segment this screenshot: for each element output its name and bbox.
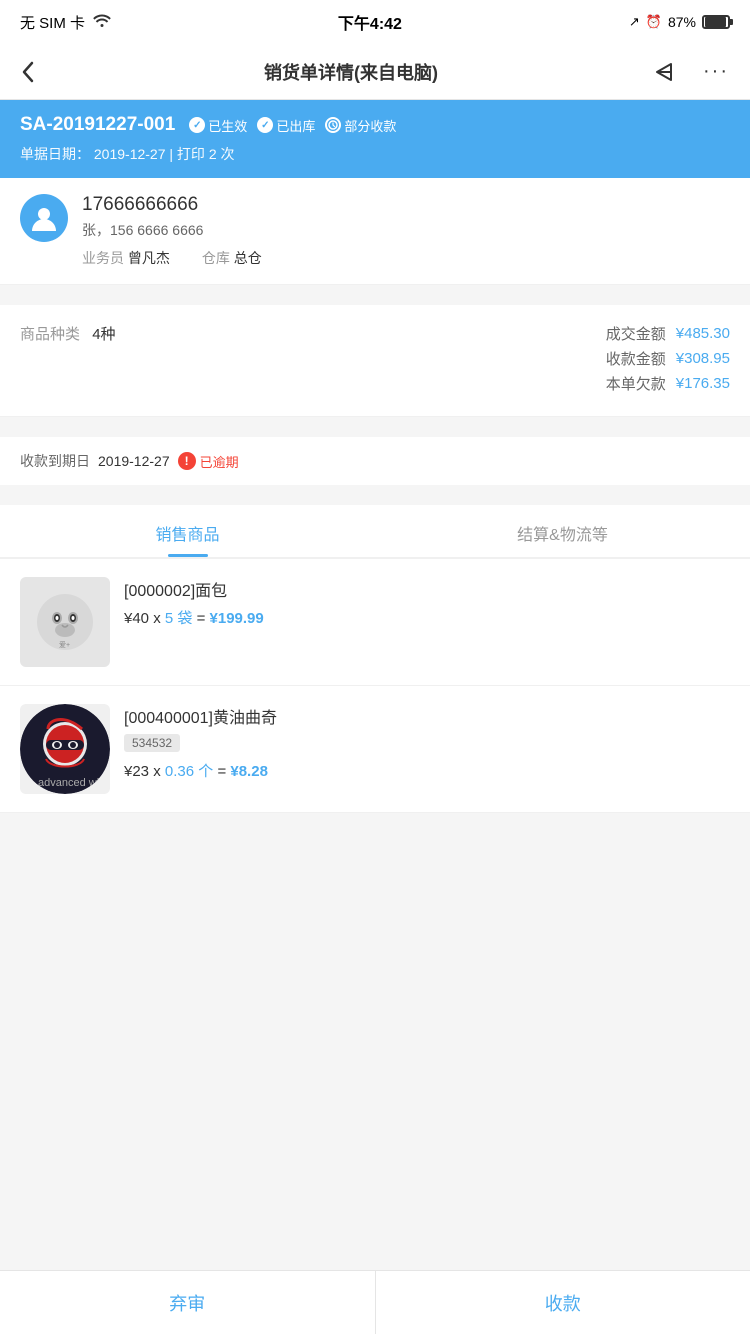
- product-item: 爱+ [0000002]面包 ¥40 x 5 袋 = ¥199.99: [0, 559, 750, 686]
- order-number: SA-20191227-001: [20, 114, 175, 136]
- badge-shipped: ✓ 已出库: [257, 116, 315, 135]
- status-badges: ✓ 已生效 ✓ 已出库 部分收款: [189, 116, 396, 135]
- badge-effective: ✓ 已生效: [189, 116, 247, 135]
- product-details-cookie: [000400001]黄油曲奇 534532 ¥23 x 0.36 个 = ¥8…: [124, 704, 730, 781]
- status-bar: 无 SIM 卡 下午4:42 ↗ ⏰ 87%: [0, 0, 750, 44]
- customer-phone: 张，156 6666 6666: [82, 220, 730, 240]
- due-date-section: 收款到期日 2019-12-27 ! 已逾期: [0, 437, 750, 485]
- tab-settlement-logistics[interactable]: 结算&物流等: [375, 505, 750, 557]
- location-icon: ↗: [629, 14, 640, 30]
- product-name-cookie: [000400001]黄油曲奇: [124, 704, 730, 728]
- amount-value: ¥485.30: [676, 325, 730, 342]
- share-button[interactable]: [646, 54, 682, 90]
- product-item-cookie: advanced whale [000400001]黄油曲奇 534532 ¥2…: [0, 686, 750, 813]
- order-date: 单据日期： 2019-12-27 | 打印 2 次: [20, 144, 730, 164]
- customer-meta: 业务员 曾凡杰 仓库 总仓: [82, 248, 730, 268]
- product-price-cookie: ¥23 x 0.36 个 = ¥8.28: [124, 760, 730, 781]
- avatar: [20, 194, 68, 242]
- overdue-badge: ! 已逾期: [178, 452, 239, 471]
- product-type-info: 商品种类 4种: [20, 323, 116, 344]
- product-image-cookie: advanced whale: [20, 704, 110, 794]
- product-price-bread: ¥40 x 5 袋 = ¥199.99: [124, 607, 730, 628]
- battery-icon: [702, 15, 730, 29]
- status-right: ↗ ⏰ 87%: [629, 14, 730, 30]
- svg-text:advanced whale: advanced whale: [38, 777, 110, 789]
- customer-info: 17666666666 张，156 6666 6666 业务员 曾凡杰 仓库 总…: [82, 194, 730, 268]
- customer-name: 17666666666: [82, 194, 730, 216]
- tabs: 销售商品 结算&物流等: [0, 505, 750, 557]
- alarm-icon: ⏰: [646, 14, 662, 30]
- owed-value: ¥176.35: [676, 375, 730, 392]
- owed-label: 本单欠款: [606, 373, 666, 394]
- confirm-button[interactable]: 收款: [376, 1271, 750, 1334]
- carrier-label: 无 SIM 卡: [20, 12, 85, 33]
- product-image-bread: 爱+: [20, 577, 110, 667]
- check-icon-1: ✓: [189, 117, 205, 133]
- back-button[interactable]: [0, 44, 56, 100]
- warehouse-meta: 仓库 总仓: [202, 248, 262, 268]
- customer-section: 17666666666 张，156 6666 6666 业务员 曾凡杰 仓库 总…: [0, 178, 750, 285]
- tab-sales-products[interactable]: 销售商品: [0, 505, 375, 557]
- financial-summary: 成交金额 ¥485.30 收款金额 ¥308.95 本单欠款 ¥176.35: [606, 323, 730, 398]
- due-label: 收款到期日: [20, 451, 90, 471]
- status-left: 无 SIM 卡: [20, 12, 111, 33]
- order-header: SA-20191227-001 ✓ 已生效 ✓ 已出库 部分收款: [0, 100, 750, 178]
- nav-bar: 销货单详情(来自电脑) ···: [0, 44, 750, 100]
- products-section: 爱+ [0000002]面包 ¥40 x 5 袋 = ¥199.99: [0, 559, 750, 813]
- battery-percent: 87%: [668, 14, 696, 30]
- overdue-text: 已逾期: [200, 452, 239, 471]
- summary-section: 商品种类 4种 成交金额 ¥485.30 收款金额 ¥308.95 本单欠款 ¥…: [0, 305, 750, 417]
- staff-meta: 业务员 曾凡杰: [82, 248, 170, 268]
- bottom-bar: 弃审 收款: [0, 1270, 750, 1334]
- cancel-button[interactable]: 弃审: [0, 1271, 376, 1334]
- due-date-value: 2019-12-27: [98, 453, 170, 469]
- overdue-icon: !: [178, 452, 196, 470]
- page-title: 销货单详情(来自电脑): [56, 59, 646, 85]
- clock-icon: [325, 117, 341, 133]
- status-time: 下午4:42: [338, 10, 402, 34]
- wifi-icon: [93, 13, 111, 31]
- received-value: ¥308.95: [676, 350, 730, 367]
- product-details-bread: [0000002]面包 ¥40 x 5 袋 = ¥199.99: [124, 577, 730, 628]
- nav-actions: ···: [646, 54, 750, 90]
- product-tag-cookie: 534532: [124, 734, 180, 752]
- amount-label: 成交金额: [606, 323, 666, 344]
- badge-partial-payment: 部分收款: [325, 116, 396, 135]
- product-name-bread: [0000002]面包: [124, 577, 730, 601]
- check-icon-2: ✓: [257, 117, 273, 133]
- svg-text:爱+: 爱+: [59, 641, 70, 649]
- received-label: 收款金额: [606, 348, 666, 369]
- tabs-section: 销售商品 结算&物流等: [0, 505, 750, 559]
- more-button[interactable]: ···: [698, 54, 734, 90]
